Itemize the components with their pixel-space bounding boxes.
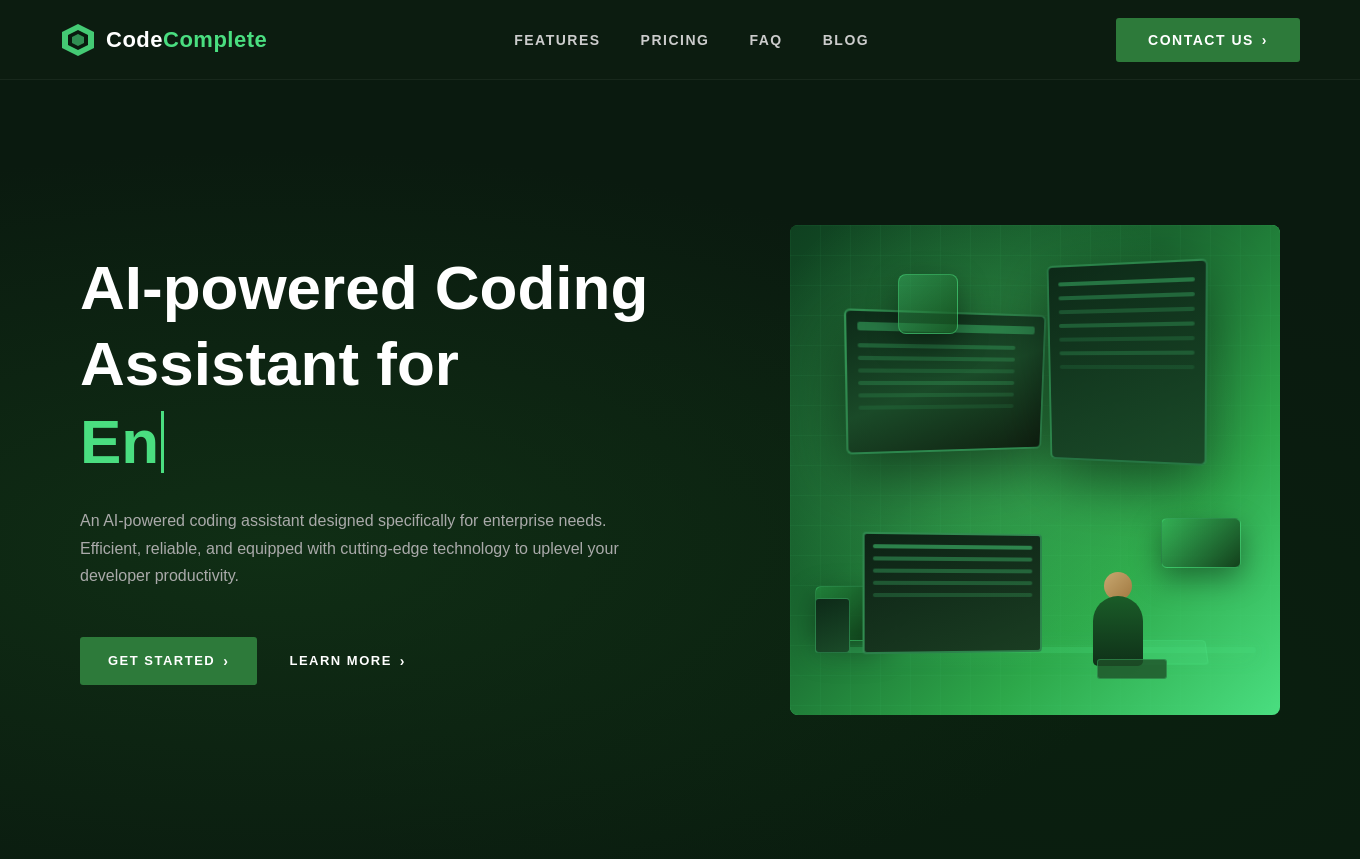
iso-scene <box>790 225 1280 715</box>
side-screen-icon <box>1046 258 1207 465</box>
float-element-1 <box>898 274 958 334</box>
chair-icon <box>1097 659 1167 679</box>
desk-monitor-icon <box>862 532 1041 654</box>
hero-heading-line2: Assistant for <box>80 330 740 398</box>
nav-item-pricing[interactable]: PRICING <box>641 31 710 49</box>
nav-item-faq[interactable]: FAQ <box>749 31 782 49</box>
mobile-device-icon <box>815 598 850 653</box>
nav-link-features[interactable]: FEATURES <box>514 32 600 48</box>
contact-us-label: CONTACT US <box>1148 32 1254 48</box>
logo-icon <box>60 22 96 58</box>
hero-illustration <box>776 225 1280 715</box>
learn-more-button[interactable]: LEARN MORE › <box>289 637 406 685</box>
get-started-label: GET STARTED <box>108 653 215 668</box>
nav-item-blog[interactable]: BLOG <box>823 31 869 49</box>
person-figure <box>1093 596 1143 666</box>
hero-heading-line1: AI-powered Coding <box>80 254 740 322</box>
logo-code-text: Code <box>106 27 163 52</box>
hero-heading-animated: En <box>80 406 740 477</box>
person-body <box>1093 596 1143 666</box>
nav-link-pricing[interactable]: PRICING <box>641 32 710 48</box>
contact-us-button[interactable]: CONTACT US › <box>1116 18 1300 62</box>
logo-complete-text: Complete <box>163 27 267 52</box>
desk-area <box>790 494 1280 715</box>
typing-cursor-icon <box>161 411 164 473</box>
navbar: CodeComplete FEATURES PRICING FAQ BLOG C… <box>0 0 1360 80</box>
nav-link-faq[interactable]: FAQ <box>749 32 782 48</box>
contact-chevron-icon: › <box>1262 32 1268 48</box>
nav-item-features[interactable]: FEATURES <box>514 31 600 49</box>
nav-link-blog[interactable]: BLOG <box>823 32 869 48</box>
hero-animated-text: En <box>80 406 159 477</box>
logo[interactable]: CodeComplete <box>60 22 267 58</box>
hero-description: An AI-powered coding assistant designed … <box>80 507 650 589</box>
hero-actions: GET STARTED › LEARN MORE › <box>80 637 740 685</box>
hero-image <box>790 225 1280 715</box>
learn-more-chevron-icon: › <box>400 653 406 669</box>
hero-section: AI-powered Coding Assistant for En An AI… <box>0 80 1360 859</box>
hero-content: AI-powered Coding Assistant for En An AI… <box>80 254 740 685</box>
learn-more-label: LEARN MORE <box>289 653 391 668</box>
get-started-chevron-icon: › <box>223 653 229 669</box>
get-started-button[interactable]: GET STARTED › <box>80 637 257 685</box>
nav-links: FEATURES PRICING FAQ BLOG <box>514 31 869 49</box>
